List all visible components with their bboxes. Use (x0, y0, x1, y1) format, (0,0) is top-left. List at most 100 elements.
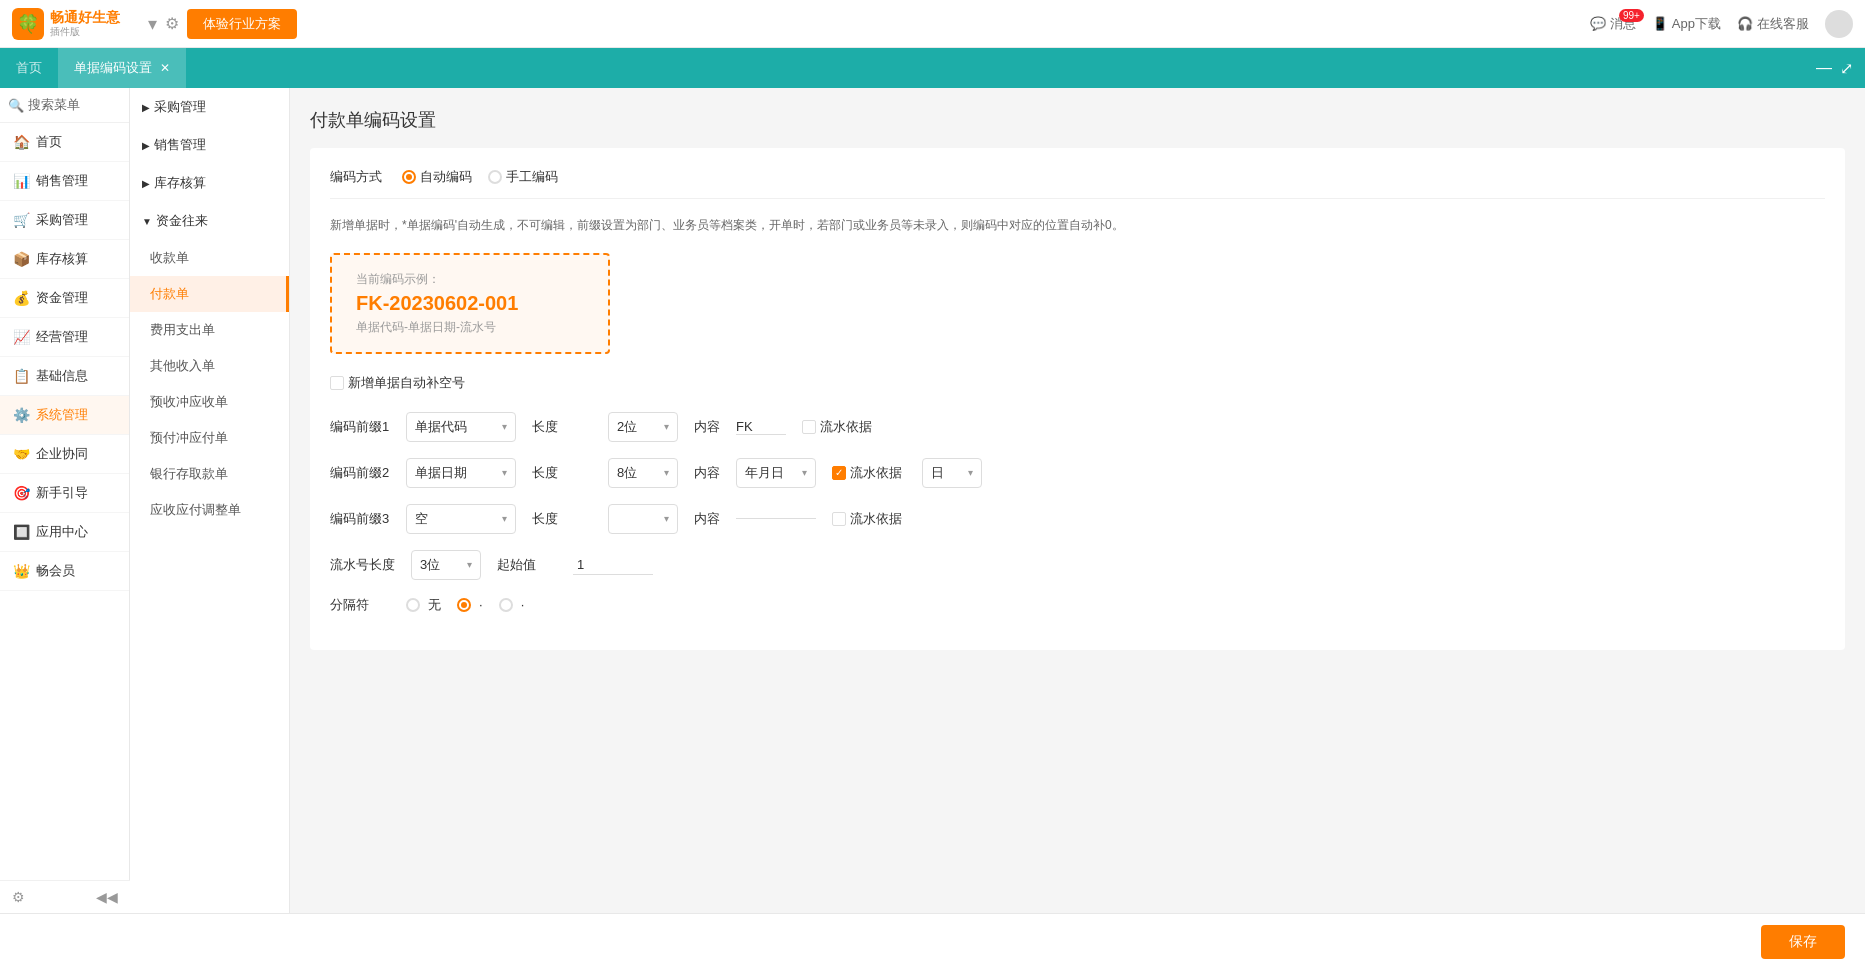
sub-item-receipt[interactable]: 收款单 (130, 240, 289, 276)
sub-group-sales-header[interactable]: ▶ 销售管理 (130, 126, 289, 164)
main-layout: 🔍 搜索菜单 🏠 首页 📊 销售管理 🛒 采购管理 📦 库存核算 💰 资金管理 … (0, 88, 1865, 969)
sub-group-purchase: ▶ 采购管理 (130, 88, 289, 126)
logo-main: 畅通好生意 (50, 9, 120, 26)
sub-group-stock-header[interactable]: ▶ 库存核算 (130, 164, 289, 202)
guide-icon: 🎯 (12, 485, 30, 501)
prefix1-select[interactable]: 单据代码 ▾ (406, 412, 516, 442)
manual-code-radio-dot (488, 170, 502, 184)
stream2-period-select[interactable]: 日 ▾ (922, 458, 982, 488)
length2-arrow-icon: ▾ (664, 467, 669, 478)
tab-close-icon[interactable]: ✕ (160, 61, 170, 75)
auto-code-radio[interactable]: 自动编码 (402, 168, 472, 186)
length3-select[interactable]: ▾ (608, 504, 678, 534)
sidebar-item-sales[interactable]: 📊 销售管理 (0, 162, 129, 201)
sidebar-item-member[interactable]: 👑 畅会员 (0, 552, 129, 591)
sidebar-item-system[interactable]: ⚙️ 系统管理 (0, 396, 129, 435)
sidebar-search[interactable]: 🔍 搜索菜单 (0, 88, 129, 123)
avatar[interactable] (1825, 10, 1853, 38)
sidebar-item-member-label: 畅会员 (36, 562, 75, 580)
member-icon: 👑 (12, 563, 30, 579)
message-badge: 99+ (1619, 9, 1644, 22)
prefix2-select[interactable]: 单据日期 ▾ (406, 458, 516, 488)
stream2-box: ✓ (832, 466, 846, 480)
sidebar-item-finance[interactable]: 💰 资金管理 (0, 279, 129, 318)
home-icon: 🏠 (12, 134, 30, 150)
stream3-checkbox[interactable]: 流水依据 (832, 510, 902, 528)
service-item[interactable]: 🎧 在线客服 (1737, 15, 1809, 33)
sidebar-item-enterprise-label: 企业协同 (36, 445, 88, 463)
sidebar-item-purchase[interactable]: 🛒 采购管理 (0, 201, 129, 240)
sep-radio-dot[interactable]: · (457, 597, 483, 612)
length1-select[interactable]: 2位 ▾ (608, 412, 678, 442)
service-icon: 🎧 (1737, 16, 1753, 31)
sidebar-item-operation[interactable]: 📈 经营管理 (0, 318, 129, 357)
sub-item-adjust[interactable]: 应收应付调整单 (130, 492, 289, 528)
message-icon: 💬 (1590, 16, 1606, 31)
stream2-checkbox[interactable]: ✓ 流水依据 (832, 464, 902, 482)
code-preview-value: FK-20230602-001 (356, 292, 584, 315)
prefix1-label: 编码前缀1 (330, 418, 390, 436)
auto-code-label: 自动编码 (420, 168, 472, 186)
experience-btn[interactable]: 体验行业方案 (187, 9, 297, 39)
stream1-checkbox[interactable]: 流水依据 (802, 418, 872, 436)
form-row-3: 编码前缀3 空 ▾ 长度 ▾ 内容 流水依据 (330, 504, 1825, 534)
sub-group-sales: ▶ 销售管理 (130, 126, 289, 164)
sub-item-other-income[interactable]: 其他收入单 (130, 348, 289, 384)
sub-item-expense[interactable]: 费用支出单 (130, 312, 289, 348)
length2-select[interactable]: 8位 ▾ (608, 458, 678, 488)
sidebar-collapse-icon[interactable]: ◀◀ (96, 889, 118, 905)
basic-icon: 📋 (12, 368, 30, 384)
serial-row: 流水号长度 3位 ▾ 起始值 (330, 550, 1825, 580)
tab-maximize-icon[interactable]: ⤢ (1840, 59, 1853, 78)
content2-select[interactable]: 年月日 ▾ (736, 458, 816, 488)
message-item[interactable]: 💬 消息 99+ (1590, 15, 1636, 33)
sub-item-advance-offset[interactable]: 预付冲应付单 (130, 420, 289, 456)
top-bar: 🍀 畅通好生意 插件版 ▾ ⚙ 体验行业方案 💬 消息 99+ 📱 App下载 … (0, 0, 1865, 48)
sidebar-item-enterprise[interactable]: 🤝 企业协同 (0, 435, 129, 474)
sub-item-payment[interactable]: 付款单 (130, 276, 289, 312)
tab-home[interactable]: 首页 (0, 48, 58, 88)
save-button[interactable]: 保存 (1761, 925, 1845, 959)
logo-sub: 插件版 (50, 26, 120, 38)
manual-code-radio[interactable]: 手工编码 (488, 168, 558, 186)
tab-bar-actions: — ⤢ (1816, 59, 1865, 78)
serial-length-arrow-icon: ▾ (467, 559, 472, 570)
sub-item-prepaid-offset[interactable]: 预收冲应收单 (130, 384, 289, 420)
auto-code-radio-dot (402, 170, 416, 184)
auto-fill-checkbox[interactable]: 新增单据自动补空号 (330, 374, 465, 392)
settings-icon[interactable]: ⚙ (165, 14, 179, 33)
prefix3-select[interactable]: 空 ▾ (406, 504, 516, 534)
sidebar-item-app[interactable]: 🔲 应用中心 (0, 513, 129, 552)
tab-settings[interactable]: 单据编码设置 ✕ (58, 48, 186, 88)
content3-value (736, 518, 816, 519)
enterprise-icon: 🤝 (12, 446, 30, 462)
app-icon: 🔲 (12, 524, 30, 540)
prefix3-value: 空 (415, 510, 428, 528)
radio-group: 自动编码 手工编码 (402, 168, 558, 186)
content2-value: 年月日 (745, 464, 784, 482)
tab-minimize-icon[interactable]: — (1816, 59, 1832, 77)
coding-method-label: 编码方式 (330, 168, 382, 186)
sub-item-bank[interactable]: 银行存取款单 (130, 456, 289, 492)
serial-length-select[interactable]: 3位 ▾ (411, 550, 481, 580)
settings-bottom-icon[interactable]: ⚙ (12, 889, 25, 905)
sub-group-capital-label: 资金往来 (156, 212, 208, 230)
sub-group-capital-header[interactable]: ▼ 资金往来 (130, 202, 289, 240)
sep-none-dot (406, 598, 420, 612)
stream1-box (802, 420, 816, 434)
sidebar-item-basic[interactable]: 📋 基础信息 (0, 357, 129, 396)
system-icon: ⚙️ (12, 407, 30, 423)
sep-radio-dot2[interactable]: · (499, 597, 525, 612)
sidebar-item-guide[interactable]: 🎯 新手引导 (0, 474, 129, 513)
sidebar-item-inventory[interactable]: 📦 库存核算 (0, 240, 129, 279)
sub-group-stock: ▶ 库存核算 (130, 164, 289, 202)
start-value-input[interactable] (573, 555, 653, 575)
finance-icon: 💰 (12, 290, 30, 306)
length1-label: 长度 (532, 418, 592, 436)
sidebar-item-home[interactable]: 🏠 首页 (0, 123, 129, 162)
sidebar-search-label: 搜索菜单 (28, 96, 80, 114)
sub-group-purchase-header[interactable]: ▶ 采购管理 (130, 88, 289, 126)
nav-dropdown-icon[interactable]: ▾ (148, 13, 157, 35)
sep-radio-none[interactable]: 无 (406, 596, 441, 614)
download-item[interactable]: 📱 App下载 (1652, 15, 1721, 33)
